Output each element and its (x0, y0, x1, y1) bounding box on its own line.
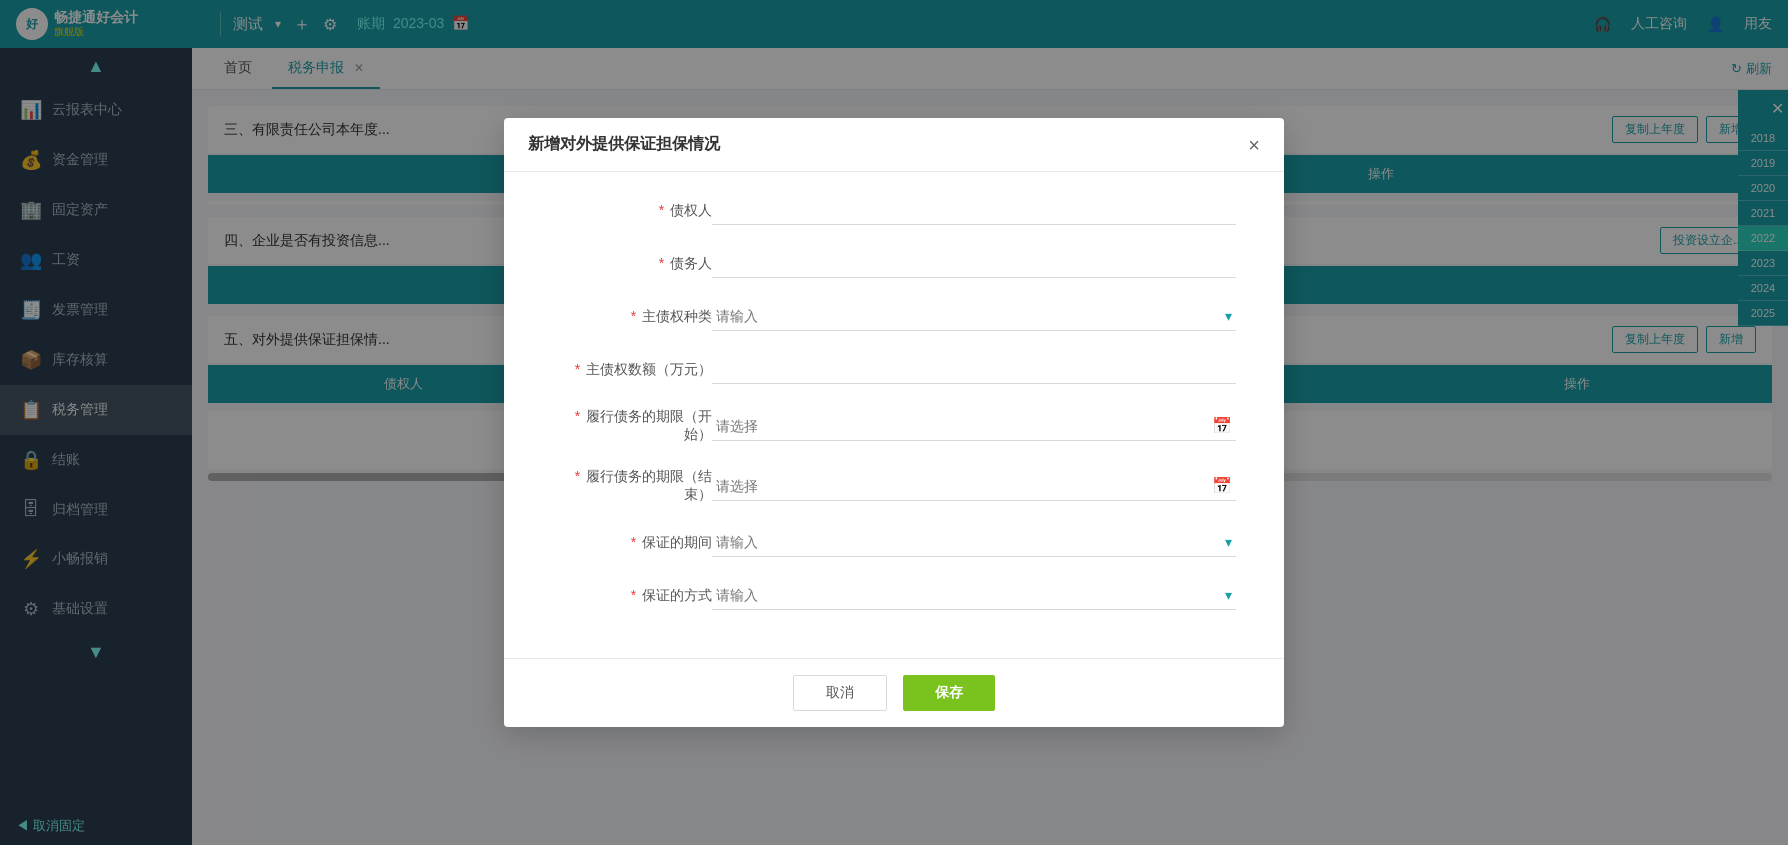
form-row-period-end: * 履行债务的期限（结束） 📅 (552, 468, 1236, 504)
modal-body: * 债权人 * 债务人 * 主债权种类 (504, 172, 1284, 658)
form-row-debt-type: * 主债权种类 ▾ (552, 302, 1236, 331)
required-mark-6: * (575, 468, 580, 484)
required-mark: * (659, 202, 664, 218)
modal-footer: 取消 保存 (504, 658, 1284, 727)
guarantee-period-select-wrapper: ▾ (712, 528, 1236, 557)
form-row-guarantee-period: * 保证的期间 ▾ (552, 528, 1236, 557)
creditor-input[interactable] (712, 196, 1236, 225)
label-debt-type: * 主债权种类 (552, 308, 712, 326)
form-row-creditor: * 债权人 (552, 196, 1236, 225)
debtor-label-text: 债务人 (670, 255, 712, 271)
required-mark-2: * (659, 255, 664, 271)
debtor-input[interactable] (712, 249, 1236, 278)
period-end-calendar-icon[interactable]: 📅 (1212, 476, 1232, 495)
label-guarantee-period: * 保证的期间 (552, 534, 712, 552)
debt-type-label-text: 主债权种类 (642, 308, 712, 324)
period-start-label-text: 履行债务的期限（开始） (586, 408, 712, 442)
period-end-label-text: 履行债务的期限（结束） (586, 468, 712, 502)
guarantee-period-input[interactable] (712, 528, 1236, 556)
modal-dialog: 新增对外提供保证担保情况 × * 债权人 * 债务人 (504, 118, 1284, 727)
modal-header: 新增对外提供保证担保情况 × (504, 118, 1284, 172)
guarantee-method-label-text: 保证的方式 (642, 587, 712, 603)
label-debtor: * 债务人 (552, 255, 712, 273)
guarantee-period-label-text: 保证的期间 (642, 534, 712, 550)
label-debt-amount: * 主债权数额（万元） (552, 361, 712, 379)
period-start-date-wrapper: 📅 (712, 412, 1236, 441)
label-guarantee-method: * 保证的方式 (552, 587, 712, 605)
required-mark-3: * (631, 308, 636, 324)
label-creditor: * 债权人 (552, 202, 712, 220)
label-period-end: * 履行债务的期限（结束） (552, 468, 712, 504)
debt-type-chevron-icon: ▾ (1225, 308, 1232, 324)
required-mark-5: * (575, 408, 580, 424)
debt-type-input[interactable] (712, 302, 1236, 330)
save-button[interactable]: 保存 (903, 675, 995, 711)
period-start-input[interactable] (712, 412, 1236, 440)
required-mark-8: * (631, 587, 636, 603)
form-row-period-start: * 履行债务的期限（开始） 📅 (552, 408, 1236, 444)
modal-close-icon[interactable]: × (1248, 135, 1260, 155)
debt-type-select-wrapper: ▾ (712, 302, 1236, 331)
guarantee-method-select-wrapper: ▾ (712, 581, 1236, 610)
modal-overlay: 新增对外提供保证担保情况 × * 债权人 * 债务人 (0, 0, 1788, 845)
form-row-debt-amount: * 主债权数额（万元） (552, 355, 1236, 384)
modal-title: 新增对外提供保证担保情况 (528, 134, 720, 155)
guarantee-method-chevron-icon: ▾ (1225, 587, 1232, 603)
cancel-button[interactable]: 取消 (793, 675, 887, 711)
creditor-label-text: 债权人 (670, 202, 712, 218)
label-period-start: * 履行债务的期限（开始） (552, 408, 712, 444)
required-mark-7: * (631, 534, 636, 550)
guarantee-period-chevron-icon: ▾ (1225, 534, 1232, 550)
period-end-date-wrapper: 📅 (712, 472, 1236, 501)
guarantee-method-input[interactable] (712, 581, 1236, 609)
form-row-guarantee-method: * 保证的方式 ▾ (552, 581, 1236, 610)
debt-amount-label-text: 主债权数额（万元） (586, 361, 712, 377)
form-row-debtor: * 债务人 (552, 249, 1236, 278)
required-mark-4: * (575, 361, 580, 377)
period-end-input[interactable] (712, 472, 1236, 500)
debt-amount-input[interactable] (712, 355, 1236, 384)
period-start-calendar-icon[interactable]: 📅 (1212, 416, 1232, 435)
